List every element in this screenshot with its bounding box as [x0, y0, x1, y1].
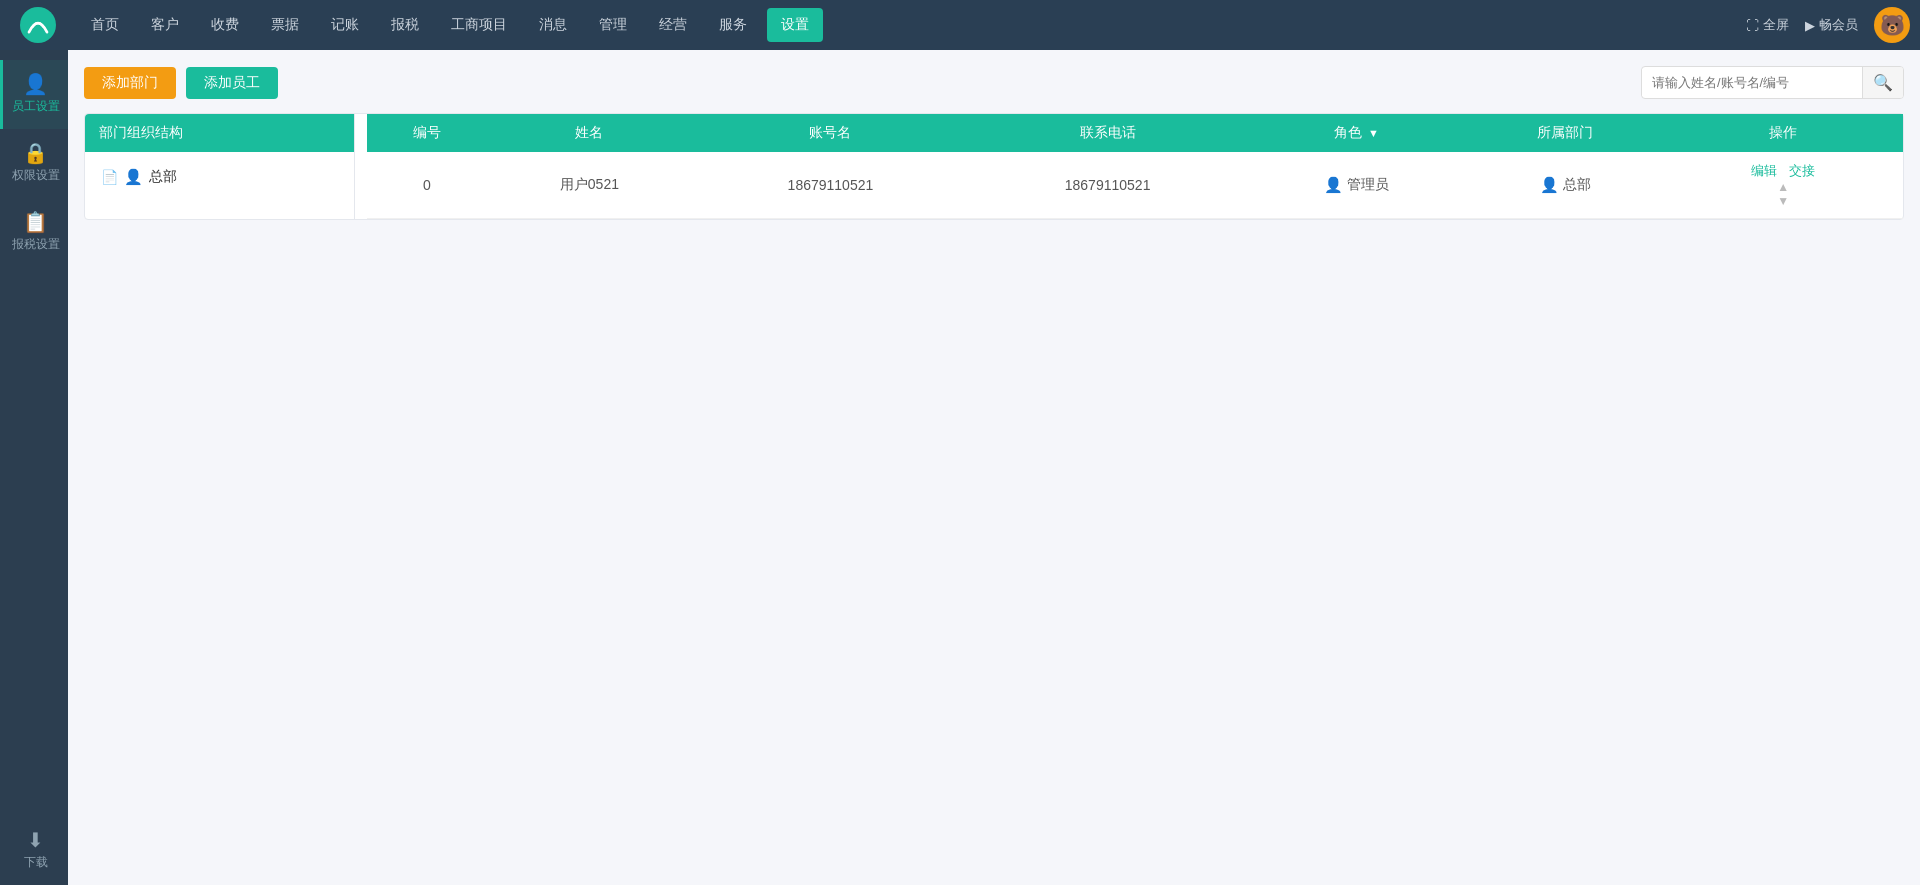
dept-label: 总部 [1563, 176, 1591, 194]
download-icon: ⬇ [27, 830, 44, 850]
dept-tree-body: 📄 👤 总部 [85, 152, 354, 202]
layout: 👤 员工设置 🔒 权限设置 📋 报税设置 ⬇ 下载 添加部门 添加员工 [0, 50, 1920, 885]
top-nav: 首页 客户 收费 票据 记账 报税 工商项目 消息 管理 经营 服务 设置 ⛶ … [0, 0, 1920, 50]
role-filter-icon: ▼ [1368, 127, 1379, 139]
table-body: 0 用户0521 18679110521 18679110521 👤 管理员 [367, 152, 1903, 219]
role-icon: 👤 [1324, 176, 1343, 194]
search-button[interactable]: 🔍 [1862, 67, 1903, 98]
sidebar-item-tax-settings[interactable]: 📋 报税设置 [0, 198, 68, 267]
dept-user-icon: 👤 [124, 168, 143, 186]
nav-message[interactable]: 消息 [523, 0, 583, 50]
permission-icon: 🔒 [23, 143, 48, 163]
sidebar-label-tax: 报税设置 [12, 236, 60, 253]
nav-bookkeeping[interactable]: 记账 [315, 0, 375, 50]
nav-items: 首页 客户 收费 票据 记账 报税 工商项目 消息 管理 经营 服务 设置 [75, 0, 1746, 50]
nav-bill[interactable]: 票据 [255, 0, 315, 50]
membership-label: 畅会员 [1819, 16, 1858, 34]
search-input[interactable] [1642, 69, 1862, 96]
nav-right: ⛶ 全屏 ▶ 畅会员 🐻 [1746, 7, 1910, 43]
cell-id: 0 [367, 152, 487, 219]
col-name: 姓名 [487, 114, 692, 152]
nav-home[interactable]: 首页 [75, 0, 135, 50]
dept-badge: 👤 总部 [1540, 176, 1591, 194]
fullscreen-btn[interactable]: ⛶ 全屏 [1746, 16, 1789, 34]
cell-phone: 18679110521 [969, 152, 1246, 219]
nav-customer[interactable]: 客户 [135, 0, 195, 50]
sidebar-item-employee[interactable]: 👤 员工设置 [0, 60, 68, 129]
edit-link[interactable]: 编辑 [1751, 163, 1777, 178]
membership-icon: ▶ [1805, 18, 1815, 33]
dept-file-icon: 📄 [101, 169, 118, 185]
content-panel: 部门组织结构 📄 👤 总部 编号 [84, 113, 1904, 220]
table-header-row: 编号 姓名 账号名 联系电话 角 [367, 114, 1903, 152]
sidebar-label-download: 下载 [24, 854, 48, 871]
dept-node-label: 总部 [149, 168, 177, 186]
svg-point-0 [20, 7, 56, 43]
dept-yellow-icon: 👤 [1540, 176, 1559, 194]
sidebar-label-employee: 员工设置 [12, 98, 60, 115]
sidebar: 👤 员工设置 🔒 权限设置 📋 报税设置 ⬇ 下载 [0, 50, 68, 885]
nav-tax[interactable]: 报税 [375, 0, 435, 50]
cell-actions: 编辑 交接 ▲▼ [1663, 152, 1903, 219]
role-label: 管理员 [1347, 176, 1389, 194]
membership-btn[interactable]: ▶ 畅会员 [1805, 16, 1858, 34]
nav-manage[interactable]: 管理 [583, 0, 643, 50]
dept-tree-header: 部门组织结构 [85, 114, 354, 152]
sidebar-label-permission: 权限设置 [12, 167, 60, 184]
fullscreen-icon: ⛶ [1746, 18, 1759, 33]
fullscreen-label: 全屏 [1763, 16, 1789, 34]
role-badge: 👤 管理员 [1324, 176, 1389, 194]
cell-name: 用户0521 [487, 152, 692, 219]
employee-table: 编号 姓名 账号名 联系电话 角 [367, 114, 1903, 219]
col-phone: 联系电话 [969, 114, 1246, 152]
logo [10, 7, 65, 43]
col-account: 账号名 [692, 114, 969, 152]
employee-icon: 👤 [23, 74, 48, 94]
cell-dept: 👤 总部 [1467, 152, 1663, 219]
sidebar-item-permission[interactable]: 🔒 权限设置 [0, 129, 68, 198]
table-head: 编号 姓名 账号名 联系电话 角 [367, 114, 1903, 152]
table: 编号 姓名 账号名 联系电话 角 [367, 114, 1903, 219]
add-dept-button[interactable]: 添加部门 [84, 67, 176, 99]
nav-business[interactable]: 工商项目 [435, 0, 523, 50]
col-role[interactable]: 角色 ▼ [1246, 114, 1467, 152]
add-employee-button[interactable]: 添加员工 [186, 67, 278, 99]
logo-icon [20, 7, 56, 43]
cell-role: 👤 管理员 [1246, 152, 1467, 219]
table-row: 0 用户0521 18679110521 18679110521 👤 管理员 [367, 152, 1903, 219]
sidebar-bottom: ⬇ 下载 [0, 816, 68, 885]
col-action: 操作 [1663, 114, 1903, 152]
search-icon: 🔍 [1873, 74, 1893, 91]
search-box: 🔍 [1641, 66, 1904, 99]
main-content: 添加部门 添加员工 🔍 部门组织结构 📄 👤 总部 [68, 50, 1920, 885]
toolbar: 添加部门 添加员工 🔍 [84, 66, 1904, 99]
avatar[interactable]: 🐻 [1874, 7, 1910, 43]
tax-settings-icon: 📋 [23, 212, 48, 232]
nav-charge[interactable]: 收费 [195, 0, 255, 50]
cell-account: 18679110521 [692, 152, 969, 219]
sidebar-item-download[interactable]: ⬇ 下载 [0, 816, 68, 885]
dept-tree: 部门组织结构 📄 👤 总部 [85, 114, 355, 219]
col-dept: 所属部门 [1467, 114, 1663, 152]
scroll-arrows[interactable]: ▲▼ [1671, 180, 1895, 208]
nav-operation[interactable]: 经营 [643, 0, 703, 50]
col-id: 编号 [367, 114, 487, 152]
nav-service[interactable]: 服务 [703, 0, 763, 50]
dept-node-root[interactable]: 📄 👤 总部 [97, 162, 342, 192]
transfer-link[interactable]: 交接 [1789, 163, 1815, 178]
nav-settings[interactable]: 设置 [767, 8, 823, 42]
